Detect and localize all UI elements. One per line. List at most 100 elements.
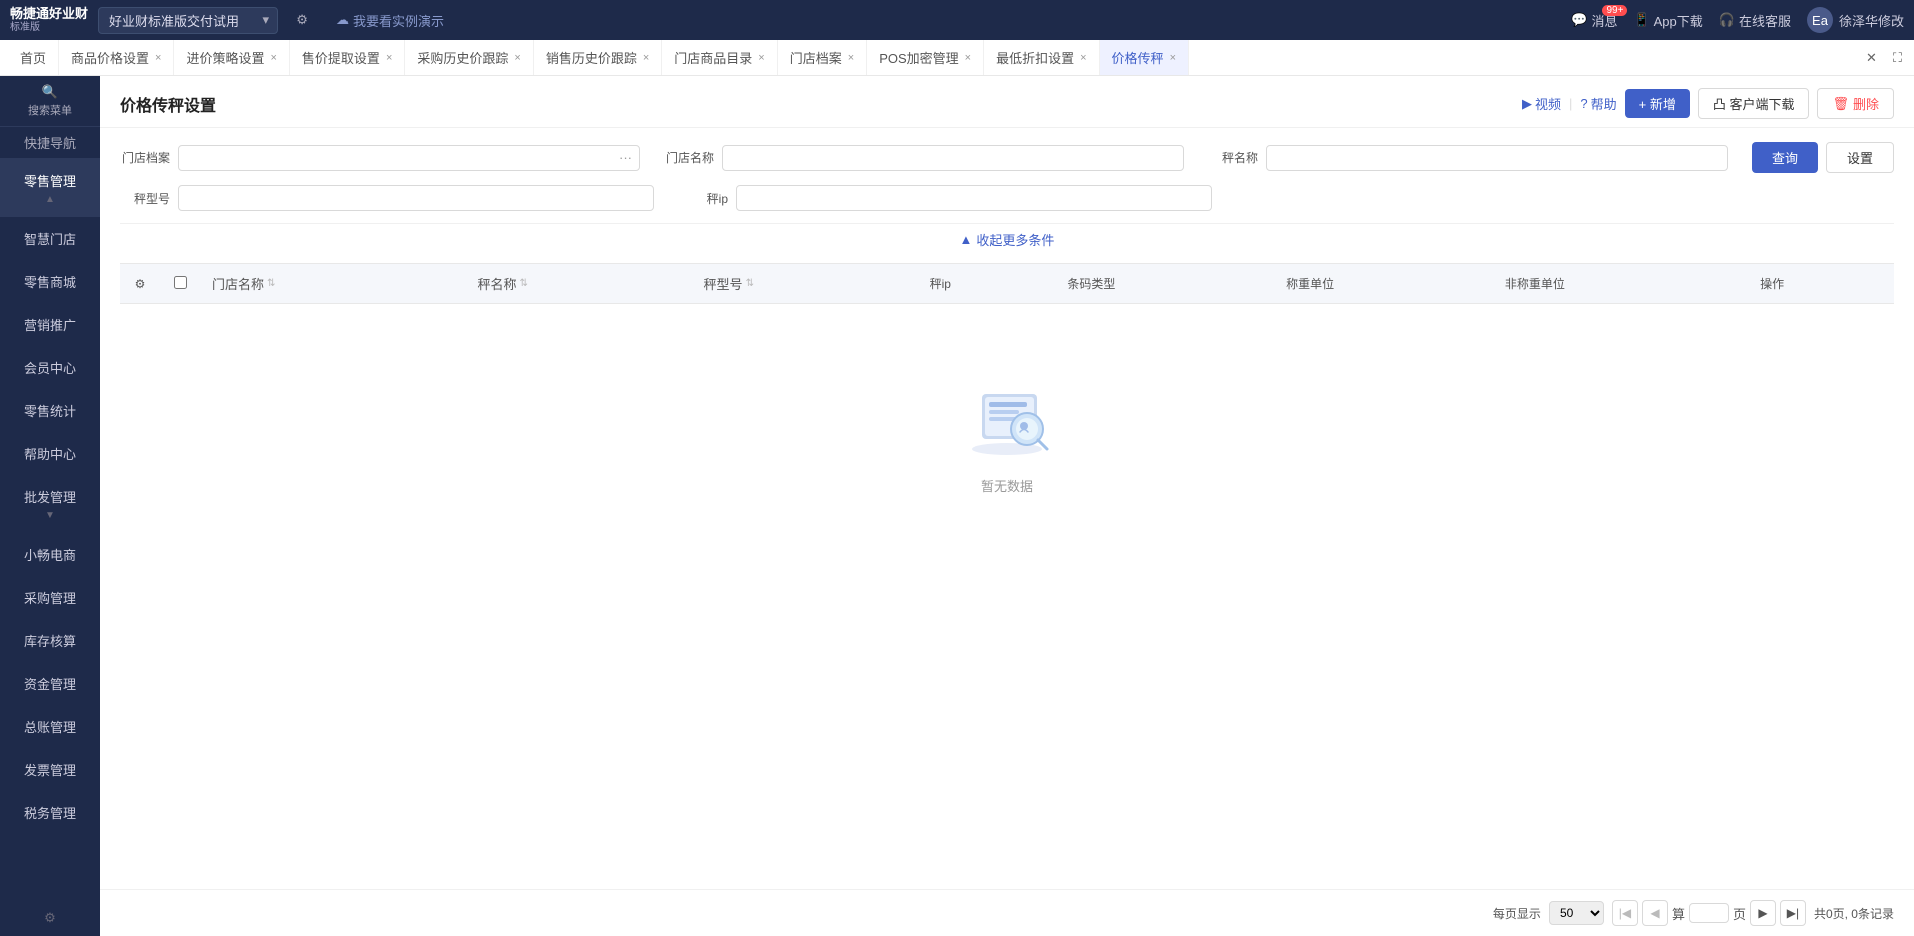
demo-link[interactable]: ☁ 我要看实例演示 (336, 11, 444, 30)
tab-min-discount[interactable]: 最低折扣设置 × (984, 40, 1099, 76)
sidebar-item-ledger-mgmt[interactable]: 总账管理 (0, 705, 100, 748)
query-button[interactable]: 查询 (1752, 142, 1818, 173)
tab-purchase-history-label: 采购历史价跟踪 (417, 48, 508, 67)
tab-pos-crypto-close[interactable]: × (965, 52, 971, 64)
page-size-label: 每页显示 (1493, 905, 1541, 922)
tab-purchase-strategy-label: 进价策略设置 (186, 48, 264, 67)
prev-page-button[interactable]: ◀ (1642, 900, 1668, 926)
tab-price-scale[interactable]: 价格传秤 × (1100, 40, 1189, 76)
sidebar-item-retail-mall[interactable]: 零售商城 (0, 260, 100, 303)
version-selector[interactable]: 好业财标准版交付试用 ▾ (98, 7, 278, 34)
tab-min-discount-close[interactable]: × (1080, 52, 1086, 64)
last-page-button[interactable]: ▶| (1780, 900, 1806, 926)
tab-sale-history[interactable]: 销售历史价跟踪 × (534, 40, 662, 76)
version-settings-icon[interactable]: ⚙ (288, 6, 316, 34)
page-label: 页 (1733, 904, 1746, 923)
sidebar-item-inventory[interactable]: 库存核算 (0, 619, 100, 662)
delete-button[interactable]: 🗑 删除 (1817, 88, 1894, 119)
tab-sale-extract[interactable]: 售价提取设置 × (290, 40, 405, 76)
sidebar-quick-nav[interactable]: 快捷导航 (0, 127, 100, 159)
sidebar-help-center-label: 帮助中心 (24, 444, 76, 463)
page-size-select[interactable]: 50 10 20 100 (1549, 901, 1604, 925)
tab-purchase-strategy-close[interactable]: × (270, 52, 276, 64)
first-page-button[interactable]: |◀ (1612, 900, 1638, 926)
filter-scale-model-wrap (178, 185, 654, 211)
message-action[interactable]: 💬 消息 99+ (1571, 11, 1617, 30)
sidebar-retail-mall-label: 零售商城 (24, 272, 76, 291)
page-number-input[interactable]: 1 (1689, 903, 1729, 923)
add-button[interactable]: + 新增 (1625, 89, 1690, 118)
sidebar-item-tax-mgmt[interactable]: 税务管理 (0, 791, 100, 834)
sidebar-item-marketing[interactable]: 营销推广 (0, 303, 100, 346)
sort-icon: ⇅ (267, 278, 275, 289)
mobile-icon: 📱 (1633, 12, 1649, 28)
sort-scale-name[interactable]: 秤名称 ⇅ (478, 274, 528, 293)
tab-sale-extract-close[interactable]: × (386, 52, 392, 64)
tab-purchase-history[interactable]: 采购历史价跟踪 × (405, 40, 533, 76)
sidebar-item-invoice-mgmt[interactable]: 发票管理 (0, 748, 100, 791)
table-header-row: ⚙ 门店名称 ⇅ 秤名称 (120, 264, 1894, 304)
sidebar-item-purchase-mgmt[interactable]: 采购管理 (0, 576, 100, 619)
header-divider: | (1569, 96, 1572, 111)
tab-purchase-history-close[interactable]: × (514, 52, 520, 64)
tab-close-all-icon[interactable]: ✕ (1862, 46, 1881, 70)
sidebar-item-member-center[interactable]: 会员中心 (0, 346, 100, 389)
filter-row-2: 秤型号 秤ip (120, 185, 1894, 211)
user-avatar-area[interactable]: Ea 徐泽华修改 (1807, 7, 1904, 33)
th-settings[interactable]: ⚙ (120, 264, 160, 304)
online-service-action[interactable]: 🎧 在线客服 (1719, 11, 1791, 30)
next-page-button[interactable]: ▶ (1750, 900, 1776, 926)
sidebar-marketing-label: 营销推广 (24, 315, 76, 334)
gear-icon: ⚙ (44, 910, 56, 925)
sidebar-item-fund-mgmt[interactable]: 资金管理 (0, 662, 100, 705)
page-nav: |◀ ◀ 算 1 页 ▶ ▶| (1612, 900, 1806, 926)
play-icon: ▶ (1522, 96, 1532, 112)
sort-scale-model[interactable]: 秤型号 ⇅ (704, 274, 754, 293)
sidebar-item-retail-mgmt[interactable]: 零售管理 ▲ (0, 159, 100, 217)
sidebar-invoice-mgmt-label: 发票管理 (24, 760, 76, 779)
sidebar-footer-settings[interactable]: ⚙ (0, 900, 100, 936)
tab-home[interactable]: 首页 (8, 40, 59, 76)
tab-product-price[interactable]: 商品价格设置 × (59, 40, 174, 76)
sidebar-retail-mgmt-label: 零售管理 (24, 171, 76, 190)
sidebar-wholesale-mgmt-label: 批发管理 (24, 487, 76, 506)
tab-store-profile-close[interactable]: × (848, 52, 854, 64)
sidebar-item-smart-store[interactable]: 智慧门店 (0, 217, 100, 260)
store-profile-input[interactable] (178, 145, 640, 171)
sidebar-item-xiaochang-ecom[interactable]: 小畅电商 (0, 533, 100, 576)
app-download-action[interactable]: 📱 App下载 (1633, 11, 1702, 30)
tab-sale-extract-label: 售价提取设置 (302, 48, 380, 67)
store-name-input[interactable] (722, 145, 1184, 171)
select-all-checkbox[interactable] (174, 276, 187, 289)
tab-price-scale-close[interactable]: × (1170, 52, 1176, 64)
tab-pos-crypto[interactable]: POS加密管理 × (867, 40, 984, 76)
collapse-button[interactable]: ▲ 收起更多条件 (960, 230, 1055, 249)
download-button[interactable]: 凸 客户端下载 (1698, 88, 1810, 119)
filter-row-1: 门店档案 ··· 门店名称 秤名称 (120, 142, 1894, 173)
sidebar-item-wholesale-mgmt[interactable]: 批发管理 ▼ (0, 475, 100, 533)
top-bar: 畅捷通好业财 标准版 好业财标准版交付试用 ▾ ⚙ ☁ 我要看实例演示 💬 消息… (0, 0, 1914, 40)
scale-ip-input[interactable] (736, 185, 1212, 211)
set-button[interactable]: 设置 (1826, 142, 1894, 173)
sidebar-search[interactable]: 🔍 搜索菜单 (0, 76, 100, 127)
help-link[interactable]: ? 帮助 (1580, 94, 1616, 113)
sidebar-member-center-label: 会员中心 (24, 358, 76, 377)
tab-product-price-close[interactable]: × (155, 52, 161, 64)
video-link[interactable]: ▶ 视频 (1522, 94, 1561, 113)
sidebar-inventory-label: 库存核算 (24, 631, 76, 650)
tab-store-catalog[interactable]: 门店商品目录 × (662, 40, 777, 76)
more-options-icon[interactable]: ··· (619, 150, 632, 165)
avatar: Ea (1807, 7, 1833, 33)
tab-maximize-icon[interactable]: ⛶ (1889, 46, 1906, 70)
sort-store-name[interactable]: 门店名称 ⇅ (212, 274, 275, 293)
page-header-actions: ▶ 视频 | ? 帮助 + 新增 凸 客户端下载 🗑 删除 (1522, 88, 1894, 119)
tab-sale-history-close[interactable]: × (643, 52, 649, 64)
scale-name-input[interactable] (1266, 145, 1728, 171)
tab-purchase-strategy[interactable]: 进价策略设置 × (174, 40, 289, 76)
filter-store-name-label: 门店名称 (664, 149, 714, 166)
sidebar-item-retail-stats[interactable]: 零售统计 (0, 389, 100, 432)
tab-store-catalog-close[interactable]: × (758, 52, 764, 64)
tab-store-profile[interactable]: 门店档案 × (778, 40, 867, 76)
scale-model-input[interactable] (178, 185, 654, 211)
sidebar-item-help-center[interactable]: 帮助中心 (0, 432, 100, 475)
